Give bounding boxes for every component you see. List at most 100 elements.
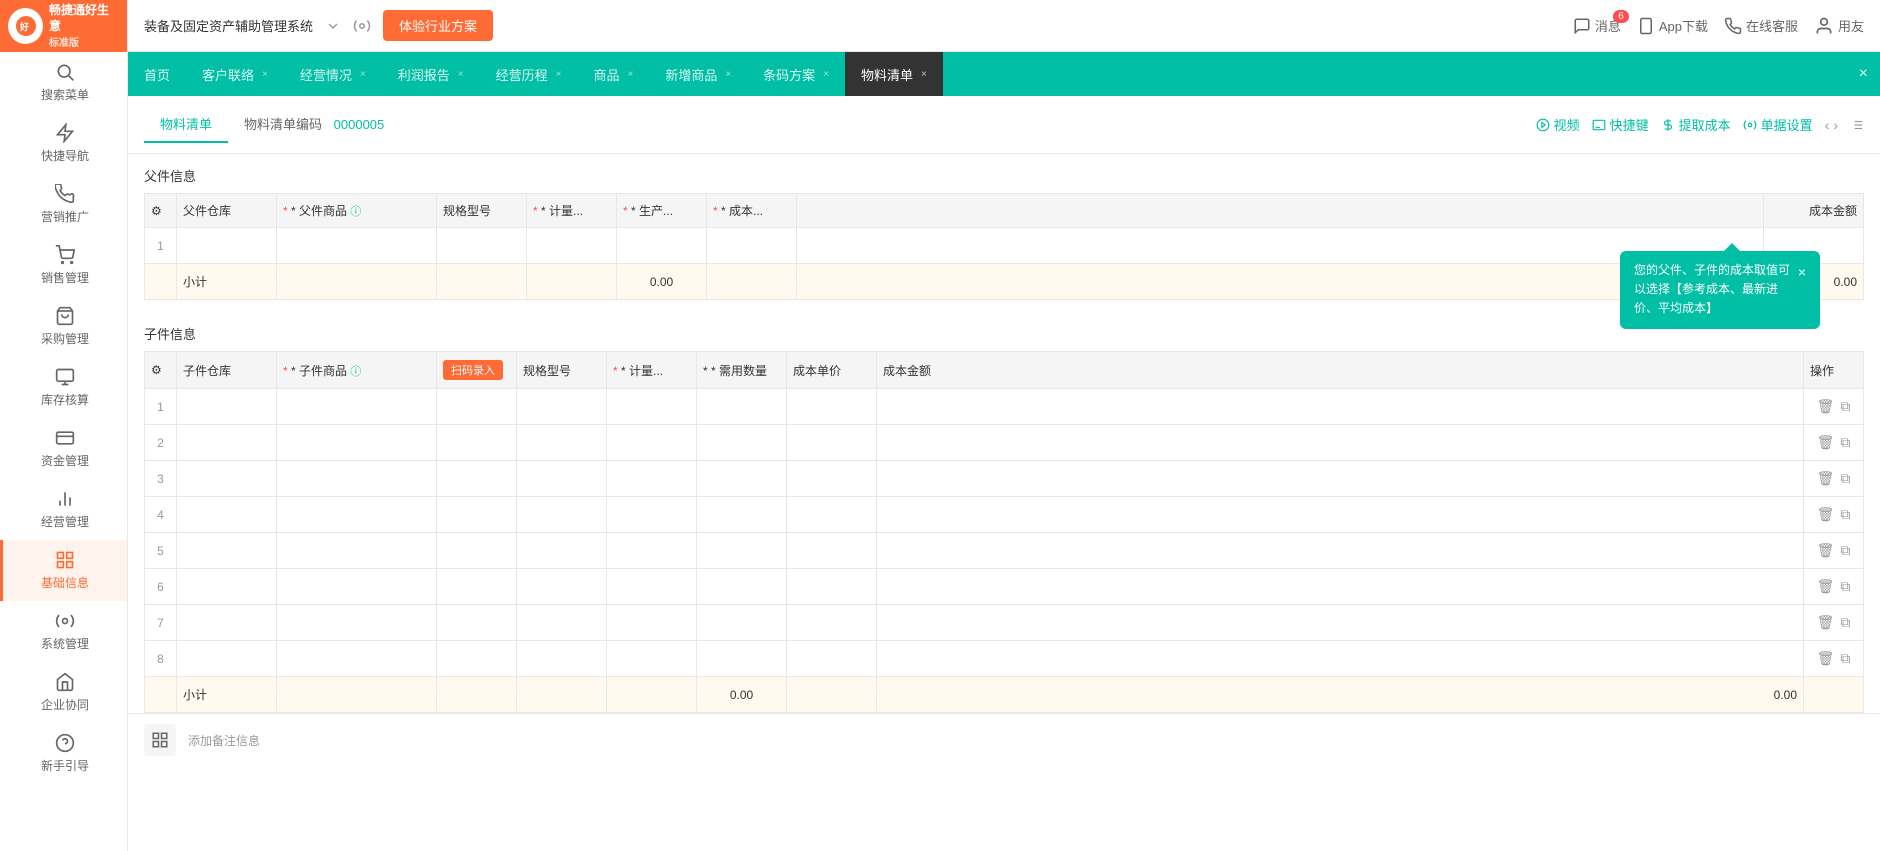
child-warehouse-1[interactable]: [177, 389, 277, 425]
child-op-2: 🗑 ⧉: [1804, 425, 1864, 461]
sidebar-item-sales[interactable]: 销售管理: [0, 235, 127, 296]
sidebar-item-guide[interactable]: 新手引导: [0, 723, 127, 784]
view-toggle[interactable]: [1850, 118, 1864, 132]
parent-subtotal-c5: [797, 264, 1764, 300]
sidebar-item-ops[interactable]: 经营管理: [0, 479, 127, 540]
child-warehouse-2[interactable]: [177, 425, 277, 461]
user-button[interactable]: 用友: [1814, 16, 1864, 36]
tab-customer-close[interactable]: ×: [262, 69, 268, 80]
child-col-warehouse: 子件仓库: [177, 352, 277, 389]
sidebar-item-purchase[interactable]: 采购管理: [0, 296, 127, 357]
delete-row-7-button[interactable]: 🗑: [1817, 614, 1835, 631]
tab-barcode-close[interactable]: ×: [823, 69, 829, 80]
shortcut-btn[interactable]: 快捷键: [1592, 115, 1649, 134]
tab-operations-close[interactable]: ×: [360, 69, 366, 80]
child-unit-2[interactable]: [607, 425, 697, 461]
next-arrow[interactable]: ›: [1833, 117, 1838, 133]
tab-barcode[interactable]: 条码方案 ×: [747, 52, 845, 96]
tab-home[interactable]: 首页: [128, 52, 186, 96]
breadcrumb-tab-bom[interactable]: 物料清单: [144, 106, 228, 143]
service-button[interactable]: 在线客服: [1724, 16, 1798, 35]
message-button[interactable]: 消息 6: [1573, 16, 1621, 35]
sidebar-item-system[interactable]: 系统管理: [0, 601, 127, 662]
sidebar-item-enterprise[interactable]: 企业协同: [0, 662, 127, 723]
sidebar-item-inventory[interactable]: 库存核算: [0, 357, 127, 418]
topbar: 装备及固定资产辅助管理系统 体验行业方案 消息 6 App下载 在线客服 用友: [128, 0, 1880, 52]
tab-profit[interactable]: 利润报告 ×: [382, 52, 480, 96]
copy-row-4-button[interactable]: ⧉: [1840, 506, 1850, 523]
child-spec-1[interactable]: [517, 389, 607, 425]
child-table-row: 5 🗑⧉: [145, 533, 1864, 569]
tab-history[interactable]: 经营历程 ×: [480, 52, 578, 96]
close-all-tabs[interactable]: ×: [1847, 65, 1880, 83]
parent-warehouse-cell[interactable]: [177, 228, 277, 264]
child-product-1[interactable]: [277, 389, 437, 425]
tab-operations[interactable]: 经营情况 ×: [284, 52, 382, 96]
single-settings-btn[interactable]: 单据设置: [1743, 115, 1813, 134]
parent-unit-cell[interactable]: [527, 228, 617, 264]
sidebar-item-quick-nav[interactable]: 快捷导航: [0, 113, 127, 174]
tab-new-goods-close[interactable]: ×: [725, 69, 731, 80]
parent-produce-cell[interactable]: [617, 228, 707, 264]
child-col-settings[interactable]: ⚙: [145, 352, 177, 389]
video-btn[interactable]: 视频: [1536, 115, 1580, 134]
child-op-1: 🗑 ⧉: [1804, 389, 1864, 425]
tab-bom[interactable]: 物料清单 ×: [845, 52, 943, 96]
tab-bom-close[interactable]: ×: [921, 69, 927, 80]
page-header: 物料清单 物料清单编码 0000005 视频 快捷键 提取成本: [128, 96, 1880, 154]
parent-subtotal-c3: [527, 264, 617, 300]
parent-col-warehouse: 父件仓库: [177, 194, 277, 228]
parent-col-settings[interactable]: ⚙: [145, 194, 177, 228]
copy-row-2-button[interactable]: ⧉: [1840, 434, 1850, 451]
delete-row-6-button[interactable]: 🗑: [1817, 578, 1835, 595]
parent-col-spec: 规格型号: [437, 194, 527, 228]
prev-arrow[interactable]: ‹: [1825, 117, 1830, 133]
tab-customer[interactable]: 客户联络 ×: [186, 52, 284, 96]
child-spec-2[interactable]: [517, 425, 607, 461]
try-industry-button[interactable]: 体验行业方案: [383, 10, 493, 41]
copy-row-6-button[interactable]: ⧉: [1840, 578, 1850, 595]
child-unit-1[interactable]: [607, 389, 697, 425]
app-download-button[interactable]: App下载: [1637, 16, 1708, 35]
tab-goods-close[interactable]: ×: [627, 69, 633, 80]
parent-table: ⚙ 父件仓库 * * 父件商品 ⓘ 规格型号 * * 计量...: [144, 193, 1864, 300]
sidebar-item-search[interactable]: 搜索菜单: [0, 52, 127, 113]
scan-input-button[interactable]: 扫码录入: [443, 360, 503, 380]
delete-row-4-button[interactable]: 🗑: [1817, 506, 1835, 523]
parent-cost-cell[interactable]: [707, 228, 797, 264]
bottom-bar: 添加备注信息: [128, 713, 1880, 766]
delete-row-1-button[interactable]: 🗑: [1817, 398, 1835, 415]
parent-subtotal-c1: [277, 264, 437, 300]
copy-row-8-button[interactable]: ⧉: [1840, 650, 1850, 667]
tooltip-close-button[interactable]: ×: [1798, 261, 1806, 283]
sidebar-item-basic[interactable]: 基础信息: [0, 540, 127, 601]
child-qty-1[interactable]: [697, 389, 787, 425]
copy-row-3-button[interactable]: ⧉: [1840, 470, 1850, 487]
brand-name: 畅捷通好生意: [49, 3, 119, 34]
tab-new-goods[interactable]: 新增商品 ×: [649, 52, 747, 96]
delete-row-8-button[interactable]: 🗑: [1817, 650, 1835, 667]
copy-row-7-button[interactable]: ⧉: [1840, 614, 1850, 631]
sidebar-item-marketing[interactable]: 营销推广: [0, 174, 127, 235]
bottom-icon[interactable]: [144, 724, 176, 756]
copy-row-1-button[interactable]: ⧉: [1840, 398, 1850, 415]
delete-row-3-button[interactable]: 🗑: [1817, 470, 1835, 487]
extract-cost-btn[interactable]: 提取成本: [1661, 115, 1731, 134]
child-table-row: 4 🗑⧉: [145, 497, 1864, 533]
settings-icon[interactable]: [353, 17, 371, 35]
logo-icon: 好: [8, 8, 43, 44]
child-product-2[interactable]: [277, 425, 437, 461]
tab-profit-close[interactable]: ×: [458, 69, 464, 80]
copy-row-5-button[interactable]: ⧉: [1840, 542, 1850, 559]
parent-product-cell[interactable]: [277, 228, 437, 264]
sidebar-item-finance[interactable]: 资金管理: [0, 418, 127, 479]
tab-goods[interactable]: 商品 ×: [577, 52, 649, 96]
child-qty-2[interactable]: [697, 425, 787, 461]
child-section: 子件信息 ⚙ 子件仓库 * * 子件商品 ⓘ 扫码录入 规格型号: [128, 312, 1880, 713]
parent-subtotal-c4: [707, 264, 797, 300]
child-subtotal-cost: 0.00: [877, 677, 1804, 713]
delete-row-5-button[interactable]: 🗑: [1817, 542, 1835, 559]
tab-history-close[interactable]: ×: [556, 69, 562, 80]
parent-spec-cell[interactable]: [437, 228, 527, 264]
delete-row-2-button[interactable]: 🗑: [1817, 434, 1835, 451]
